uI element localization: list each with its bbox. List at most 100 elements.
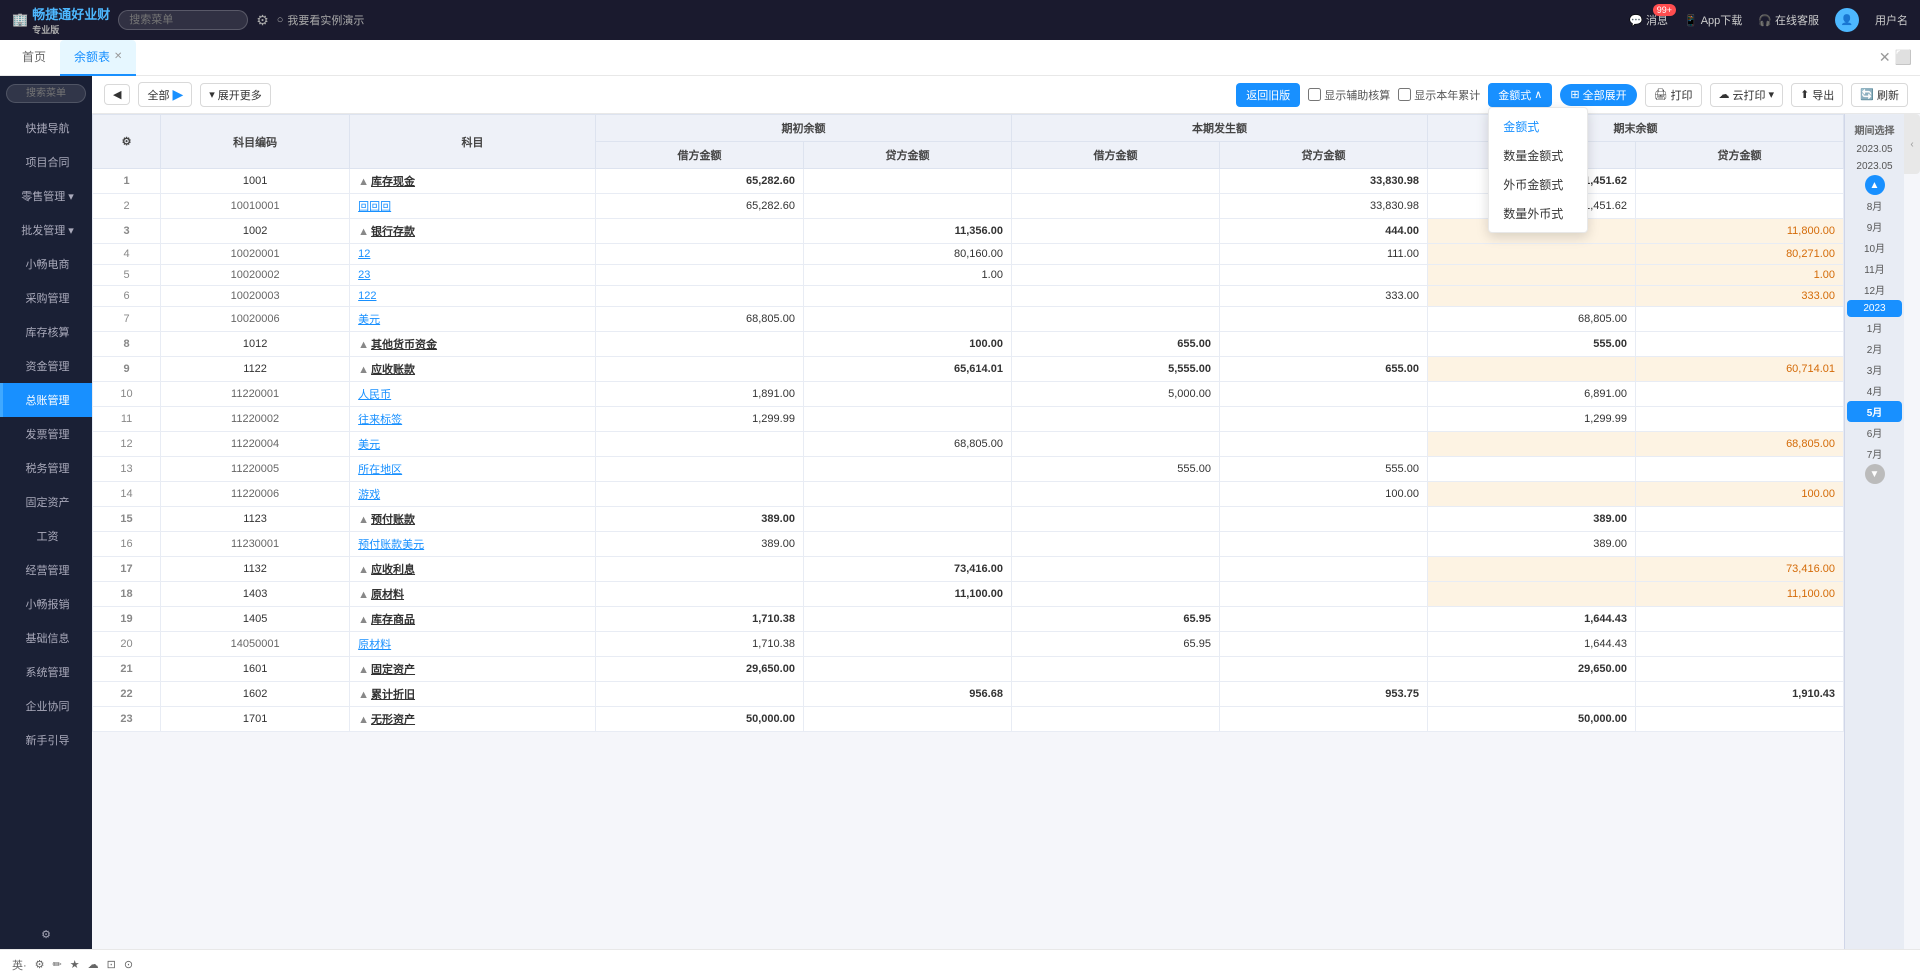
row-name[interactable]: 122 — [350, 286, 596, 307]
cloud-print-button[interactable]: ☁ 云打印 ▾ — [1710, 83, 1784, 107]
return-old-button[interactable]: 返回旧版 — [1236, 83, 1300, 107]
tab-bar-close-icon[interactable]: ✕ — [1879, 49, 1891, 66]
sidebar-item-guide[interactable]: 新手引导 — [0, 723, 92, 757]
demo-link[interactable]: ○ 我要看实例演示 — [277, 12, 365, 28]
month-item[interactable]: 5月 — [1847, 401, 1902, 422]
sidebar-item-operations[interactable]: 经营管理 — [0, 553, 92, 587]
row-name[interactable]: 12 — [350, 244, 596, 265]
top-settings-icon[interactable]: ⚙ — [256, 12, 269, 29]
sidebar-item-system[interactable]: 系统管理 — [0, 655, 92, 689]
row-name[interactable]: 往来标签 — [350, 407, 596, 432]
back-icon[interactable]: ◀ — [104, 84, 130, 105]
user-avatar[interactable]: 👤 — [1835, 8, 1859, 32]
app-download-button[interactable]: 📱 App下载 — [1684, 12, 1742, 28]
bottom-grid-icon[interactable]: ⊡ — [107, 958, 116, 971]
sidebar-item-expense[interactable]: 小畅报销 — [0, 587, 92, 621]
user-name[interactable]: 用户名 — [1875, 12, 1908, 28]
month-item[interactable]: 8月 — [1847, 195, 1902, 216]
row-name[interactable]: 预付账款美元 — [350, 532, 596, 557]
sidebar-item-wholesale[interactable]: 批发管理 ▾ — [0, 213, 92, 247]
dropdown-item-qty-amount[interactable]: 数量金额式 — [1489, 141, 1587, 170]
sidebar-item-finance[interactable]: 资金管理 — [0, 349, 92, 383]
tab-balance[interactable]: 余额表 ✕ — [60, 40, 136, 76]
print-button[interactable]: 🖨 打印 — [1645, 83, 1702, 107]
sidebar-item-collab[interactable]: 企业协同 — [0, 689, 92, 723]
month-item[interactable]: 6月 — [1847, 422, 1902, 443]
tab-bar-restore-icon[interactable]: ⬜ — [1895, 49, 1912, 66]
year-total-checkbox[interactable] — [1398, 88, 1411, 101]
export-button[interactable]: ⬆ 导出 — [1791, 83, 1843, 107]
row-name[interactable]: ▲应收利息 — [350, 557, 596, 582]
month-item[interactable]: 10月 — [1847, 237, 1902, 258]
bottom-settings-icon[interactable]: ⚙ — [35, 958, 45, 971]
right-panel-collapse-button[interactable]: ‹ — [1904, 114, 1920, 174]
row-name[interactable]: 美元 — [350, 307, 596, 332]
expand-all-toggle[interactable]: ⊞ 全部展开 — [1560, 84, 1636, 106]
month-item[interactable]: 2023 — [1847, 300, 1902, 317]
bottom-edit-icon[interactable]: ✏ — [53, 958, 62, 971]
right-panel-up-icon[interactable]: ▲ — [1865, 175, 1885, 195]
month-item[interactable]: 2月 — [1847, 338, 1902, 359]
row-name[interactable]: ▲原材料 — [350, 582, 596, 607]
row-name[interactable]: 原材料 — [350, 632, 596, 657]
row-name[interactable]: 23 — [350, 265, 596, 286]
row-name[interactable]: ▲其他货币资金 — [350, 332, 596, 357]
row-name[interactable]: ▲固定资产 — [350, 657, 596, 682]
sidebar-item-basic-info[interactable]: 基础信息 — [0, 621, 92, 655]
amount-type-dropdown[interactable]: 金额式 ∧ 金额式 数量金额式 外币金额式 数量外币式 — [1488, 83, 1552, 107]
row-name[interactable]: ▲库存现金 — [350, 169, 596, 194]
auxiliary-checkbox[interactable] — [1308, 88, 1321, 101]
sidebar-item-quick-nav[interactable]: 快捷导航 — [0, 111, 92, 145]
sidebar-item-inventory[interactable]: 库存核算 — [0, 315, 92, 349]
messages-button[interactable]: 💬 消息 99+ — [1629, 12, 1668, 28]
sidebar-item-ecommerce[interactable]: 小畅电商 — [0, 247, 92, 281]
right-panel-2023-2[interactable]: 2023.05 — [1847, 158, 1902, 175]
row-name[interactable]: ▲累计折旧 — [350, 682, 596, 707]
refresh-button[interactable]: 🔄 刷新 — [1851, 83, 1908, 107]
sidebar-item-payroll[interactable]: 工资 — [0, 519, 92, 553]
row-name[interactable]: 人民币 — [350, 382, 596, 407]
sidebar-search-input[interactable] — [6, 84, 86, 103]
sidebar-item-purchase[interactable]: 采购管理 — [0, 281, 92, 315]
bottom-circle-icon[interactable]: ⊙ — [124, 958, 133, 971]
bottom-lang-icon[interactable]: 英· — [12, 957, 27, 973]
settings-header[interactable]: ⚙ — [93, 115, 161, 169]
auxiliary-checkbox-label[interactable]: 显示辅助核算 — [1308, 87, 1390, 103]
sidebar-settings-button[interactable]: ⚙ — [0, 920, 92, 949]
month-item[interactable]: 3月 — [1847, 359, 1902, 380]
row-name[interactable]: 美元 — [350, 432, 596, 457]
dropdown-item-amount[interactable]: 金额式 — [1489, 112, 1587, 141]
row-name[interactable]: ▲预付账款 — [350, 507, 596, 532]
table-scroll-area[interactable]: ⚙ 科目编码 科目 期初余额 本期发生额 期末余额 借方金额 贷方金额 借方金额… — [92, 114, 1844, 949]
tab-home[interactable]: 首页 — [8, 40, 60, 76]
bottom-star-icon[interactable]: ★ — [70, 958, 80, 971]
amount-type-button[interactable]: 金额式 ∧ — [1488, 83, 1552, 107]
dropdown-item-foreign-amount[interactable]: 外币金额式 — [1489, 170, 1587, 199]
right-panel-2023-1[interactable]: 2023.05 — [1847, 141, 1902, 158]
row-name[interactable]: ▲无形资产 — [350, 707, 596, 732]
month-item[interactable]: 9月 — [1847, 216, 1902, 237]
all-button[interactable]: 全部 ▶ — [138, 82, 192, 107]
sidebar-item-retail[interactable]: 零售管理 ▾ — [0, 179, 92, 213]
top-search-input[interactable] — [118, 10, 248, 30]
bottom-cloud-icon[interactable]: ☁ — [88, 958, 99, 971]
month-item[interactable]: 12月 — [1847, 279, 1902, 300]
row-name[interactable]: ▲银行存款 — [350, 219, 596, 244]
sidebar-item-project[interactable]: 项目合同 — [0, 145, 92, 179]
row-name[interactable]: 回回回 — [350, 194, 596, 219]
sidebar-item-ledger[interactable]: 总账管理 — [0, 383, 92, 417]
row-name[interactable]: 所在地区 — [350, 457, 596, 482]
expand-button[interactable]: ▾ 展开更多 — [200, 83, 271, 107]
sidebar-item-tax[interactable]: 税务管理 — [0, 451, 92, 485]
row-name[interactable]: 游戏 — [350, 482, 596, 507]
row-name[interactable]: ▲应收账款 — [350, 357, 596, 382]
year-total-checkbox-label[interactable]: 显示本年累计 — [1398, 87, 1480, 103]
month-item[interactable]: 1月 — [1847, 317, 1902, 338]
online-support-button[interactable]: 🎧 在线客服 — [1758, 12, 1819, 28]
row-name[interactable]: ▲库存商品 — [350, 607, 596, 632]
sidebar-item-invoice[interactable]: 发票管理 — [0, 417, 92, 451]
right-panel-down-icon[interactable]: ▼ — [1865, 464, 1885, 484]
sidebar-item-assets[interactable]: 固定资产 — [0, 485, 92, 519]
month-item[interactable]: 7月 — [1847, 443, 1902, 464]
dropdown-item-qty-foreign[interactable]: 数量外币式 — [1489, 199, 1587, 228]
